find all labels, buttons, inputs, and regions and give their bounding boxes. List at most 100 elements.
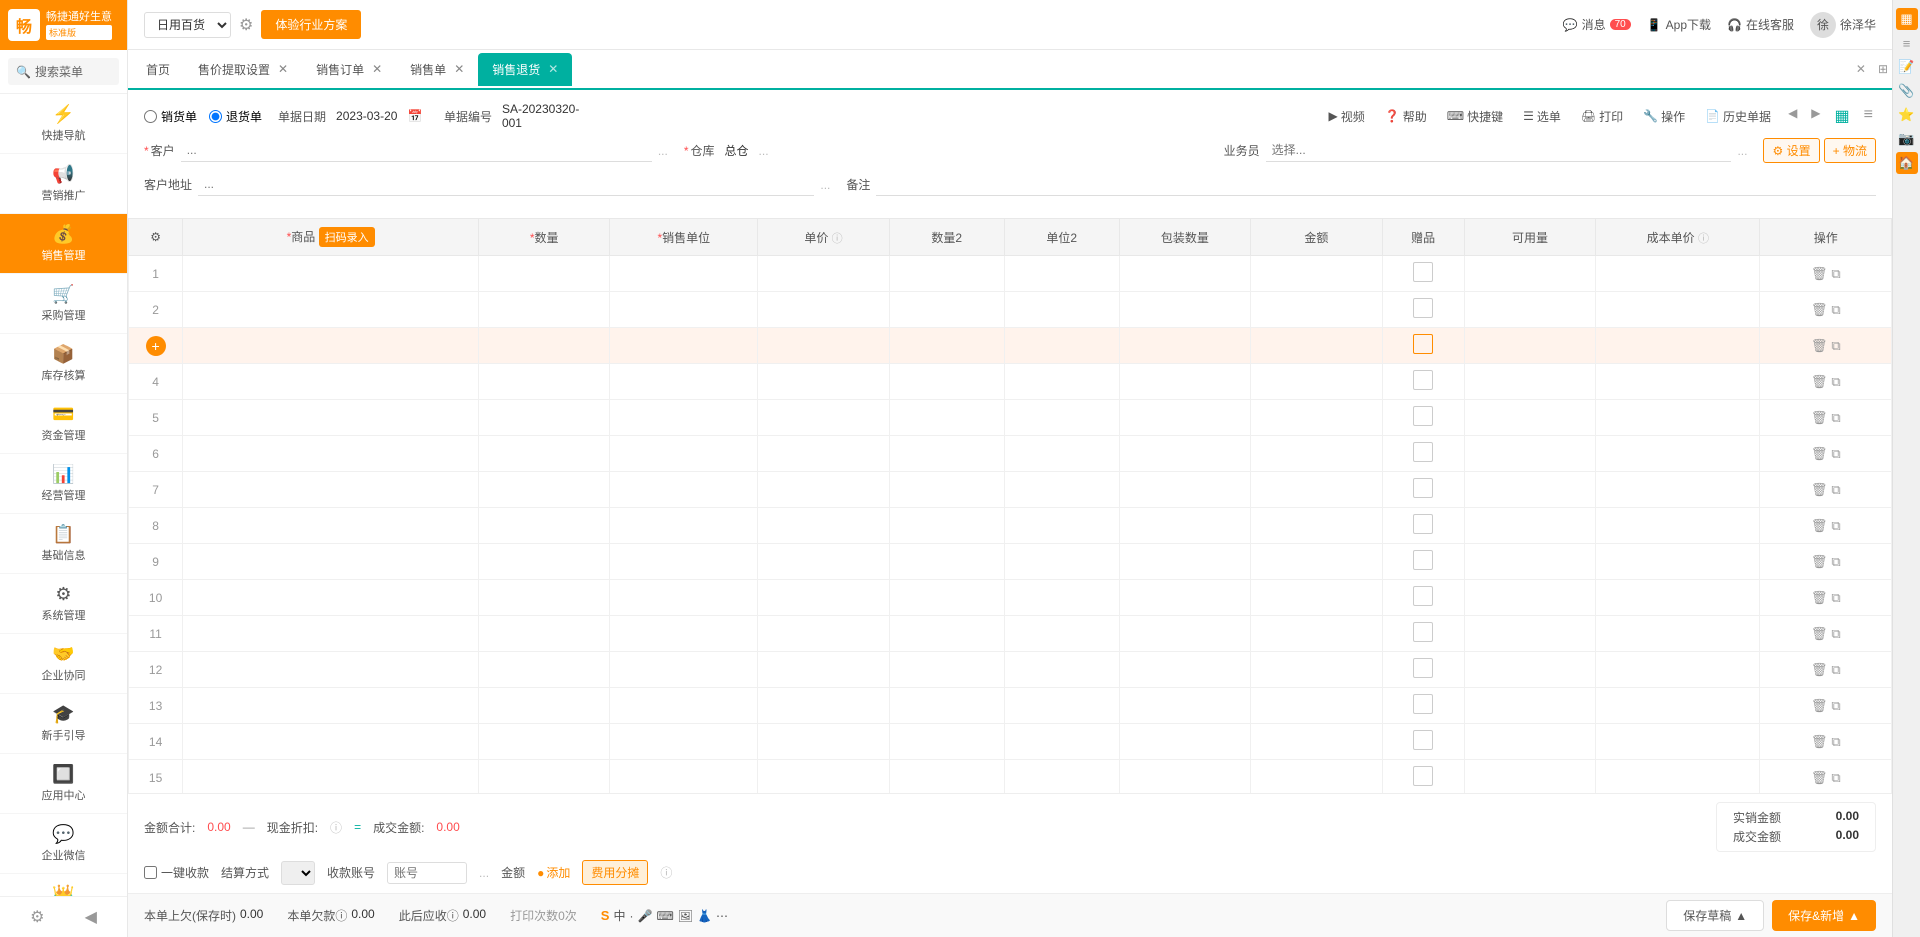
copy-icon-3[interactable]: ⧉	[1831, 338, 1840, 354]
ime-icon-3[interactable]: ·	[629, 909, 633, 923]
sidebar-item-basic[interactable]: 📋 基础信息	[0, 514, 127, 574]
tab-close-sales-order[interactable]: ✕	[372, 62, 382, 76]
delete-icon-13[interactable]: 🗑	[1811, 698, 1828, 714]
quantity2-cell-1[interactable]	[889, 256, 1004, 292]
account-input[interactable]	[387, 862, 467, 884]
gift-checkbox-3[interactable]	[1413, 334, 1433, 354]
delete-icon-3[interactable]: 🗑	[1811, 338, 1828, 354]
side-panel-icon-7[interactable]: 🏠	[1896, 152, 1918, 174]
product-cell-3[interactable]	[183, 328, 479, 364]
sidebar-item-sales[interactable]: 💰 销售管理	[0, 214, 127, 274]
discount-help-icon[interactable]: ⓘ	[330, 819, 342, 836]
sales-unit-cell-1[interactable]	[610, 256, 758, 292]
delete-icon-12[interactable]: 🗑	[1811, 662, 1828, 678]
next-record-icon[interactable]: ▶	[1808, 103, 1823, 129]
scan-button[interactable]: 扫码录入	[319, 227, 375, 247]
experience-industry-button[interactable]: 体验行业方案	[261, 10, 361, 39]
gift-cell-1[interactable]	[1382, 256, 1464, 292]
side-panel-icon-3[interactable]: 📝	[1896, 56, 1918, 78]
sidebar-item-shortcut[interactable]: ⚡ 快捷导航	[0, 94, 127, 154]
shortcut-btn[interactable]: ⌨ 快捷键	[1441, 103, 1509, 129]
gift-checkbox-6[interactable]	[1413, 442, 1433, 462]
unit2-cell-1[interactable]	[1004, 256, 1119, 292]
radio-return-input[interactable]	[209, 110, 222, 123]
col-settings[interactable]: ⚙	[129, 219, 183, 256]
copy-icon-12[interactable]: ⧉	[1831, 662, 1840, 678]
copy-icon-6[interactable]: ⧉	[1831, 446, 1840, 462]
copy-icon-15[interactable]: ⧉	[1831, 770, 1840, 786]
ime-icon-2[interactable]: 中	[613, 907, 625, 924]
address-dots[interactable]: ...	[820, 178, 830, 192]
quantity-cell-2[interactable]	[478, 292, 609, 328]
ime-icon-4[interactable]: 🎤	[637, 909, 652, 923]
sales-unit-cell-2[interactable]	[610, 292, 758, 328]
customer-dots[interactable]: ...	[658, 144, 668, 158]
product-input-3[interactable]	[189, 339, 472, 353]
copy-icon-4[interactable]: ⧉	[1831, 374, 1840, 390]
product-cell-2[interactable]	[183, 292, 479, 328]
select-btn[interactable]: ☰ 选单	[1517, 103, 1567, 129]
gift-checkbox-4[interactable]	[1413, 370, 1433, 390]
expense-split-button[interactable]: 费用分摊	[582, 860, 648, 885]
message-button[interactable]: 💬 消息 70	[1563, 16, 1631, 33]
sidebar-item-member[interactable]: 👑 畅会员	[0, 874, 127, 896]
list-view-icon[interactable]: ≡	[1861, 103, 1876, 129]
sidebar-item-enterprise[interactable]: 🤝 企业协同	[0, 634, 127, 694]
tab-close-price-setting[interactable]: ✕	[278, 62, 288, 76]
radio-sale-input[interactable]	[144, 110, 157, 123]
search-menu-button[interactable]: 🔍 搜索菜单	[8, 58, 119, 85]
address-input[interactable]	[198, 173, 814, 196]
tab-price-setting[interactable]: 售价提取设置 ✕	[184, 53, 302, 86]
print-btn[interactable]: 🖨 打印	[1575, 103, 1629, 129]
delete-icon-7[interactable]: 🗑	[1811, 482, 1828, 498]
copy-icon-11[interactable]: ⧉	[1831, 626, 1840, 642]
expense-help-icon[interactable]: ⓘ	[660, 864, 672, 881]
available-cell-2[interactable]	[1464, 292, 1595, 328]
copy-icon-13[interactable]: ⧉	[1831, 698, 1840, 714]
cost-unit-cell-3[interactable]	[1596, 328, 1760, 364]
gift-checkbox-5[interactable]	[1413, 406, 1433, 426]
gift-checkbox-12[interactable]	[1413, 658, 1433, 678]
available-cell-3[interactable]	[1464, 328, 1595, 364]
unit2-cell-3[interactable]	[1004, 328, 1119, 364]
salesman-dots[interactable]: ...	[1737, 144, 1747, 158]
product-cell-1[interactable]	[183, 256, 479, 292]
sidebar-item-newbie[interactable]: 🎓 新手引导	[0, 694, 127, 754]
grid-view-icon[interactable]: ▦	[1832, 103, 1853, 129]
history-btn[interactable]: 📄 历史单据	[1699, 103, 1777, 129]
copy-icon-7[interactable]: ⧉	[1831, 482, 1840, 498]
ime-icon-5[interactable]: ⌨	[656, 909, 673, 923]
package-qty-cell-1[interactable]	[1119, 256, 1250, 292]
copy-icon-2[interactable]: ⧉	[1831, 302, 1840, 318]
gift-checkbox-2[interactable]	[1413, 298, 1433, 318]
tab-sales-delivery[interactable]: 销售单 ✕	[396, 53, 478, 86]
cost-unit-cell-2[interactable]	[1596, 292, 1760, 328]
salesman-input[interactable]	[1266, 139, 1732, 162]
expand-tabs-icon[interactable]: ⊞	[1878, 62, 1888, 76]
sales-unit-cell-3[interactable]	[610, 328, 758, 364]
side-panel-icon-4[interactable]: 📎	[1896, 80, 1918, 102]
delete-icon-10[interactable]: 🗑	[1811, 590, 1828, 606]
delete-icon-4[interactable]: 🗑	[1811, 374, 1828, 390]
one-click-payment-checkbox[interactable]	[144, 866, 157, 879]
sidebar-item-system[interactable]: ⚙ 系统管理	[0, 574, 127, 634]
one-click-payment-checkbox-label[interactable]: 一键收款	[144, 864, 209, 881]
quantity2-cell-2[interactable]	[889, 292, 1004, 328]
gift-cell-3[interactable]	[1382, 328, 1464, 364]
tab-sales-return[interactable]: 销售退货 ✕	[478, 53, 572, 86]
copy-icon-10[interactable]: ⧉	[1831, 590, 1840, 606]
delete-icon-2[interactable]: 🗑	[1811, 302, 1828, 318]
sidebar-item-marketing[interactable]: 📢 营销推广	[0, 154, 127, 214]
remark-input[interactable]	[876, 173, 1876, 196]
save-new-button[interactable]: 保存&新增 ▲	[1772, 900, 1876, 931]
settings-footer-icon[interactable]: ⚙	[30, 907, 44, 927]
ime-icon-8[interactable]: ⋯	[716, 909, 728, 923]
account-dots[interactable]: ...	[479, 866, 489, 880]
settings-button[interactable]: ⚙ 设置	[1763, 138, 1819, 163]
warehouse-dots[interactable]: ...	[759, 144, 769, 158]
side-panel-icon-5[interactable]: ⭐	[1896, 104, 1918, 126]
topbar-gear-icon[interactable]: ⚙	[239, 15, 253, 35]
ime-icon-7[interactable]: 👗	[697, 909, 712, 923]
delete-icon-15[interactable]: 🗑	[1811, 770, 1828, 786]
package-qty-cell-2[interactable]	[1119, 292, 1250, 328]
